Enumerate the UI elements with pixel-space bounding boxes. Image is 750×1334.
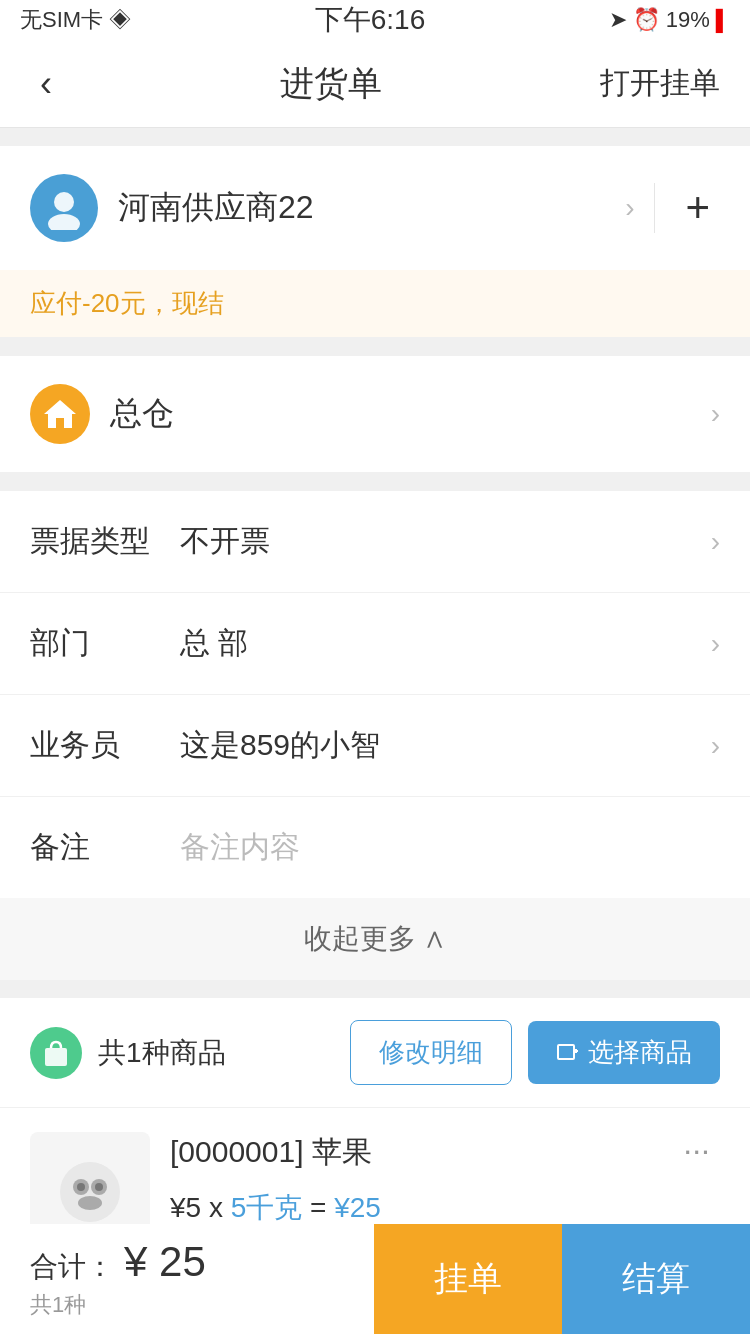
staff-chevron-icon: › [711, 730, 720, 762]
location-icon: ➤ [609, 7, 627, 33]
supplier-row[interactable]: 河南供应商22 › + [0, 146, 750, 270]
select-product-button[interactable]: 选择商品 [528, 1021, 720, 1084]
product-count: 共1种商品 [98, 1034, 350, 1072]
product-more-button[interactable]: ··· [673, 1132, 720, 1169]
add-button[interactable]: + [675, 184, 720, 232]
form-section: 票据类型 不开票 › 部门 总 部 › 业务员 这是859的小智 › 备注 备注… [0, 490, 750, 898]
product-price: ¥5 x 5千克 = ¥25 [170, 1189, 673, 1227]
notice-bar: 应付-20元，现结 [0, 270, 750, 337]
collapse-label: 收起更多 ∧ [304, 920, 447, 958]
status-time: 下午6:16 [315, 1, 426, 39]
svg-point-0 [54, 192, 74, 212]
remark-row[interactable]: 备注 备注内容 [0, 796, 750, 898]
invoice-value: 不开票 [180, 521, 711, 562]
select-product-label: 选择商品 [588, 1035, 692, 1070]
svg-rect-3 [45, 1048, 67, 1066]
warehouse-name: 总仓 [110, 392, 711, 436]
remark-label: 备注 [30, 827, 160, 868]
total-line: 合计： ¥ 25 [30, 1238, 344, 1286]
battery-text: 19% [666, 7, 710, 33]
department-chevron-icon: › [711, 628, 720, 660]
notice-text: 应付-20元，现结 [30, 288, 224, 318]
person-icon [42, 186, 86, 230]
product-name: [0000001] 苹果 [170, 1132, 673, 1173]
svg-rect-4 [558, 1045, 574, 1059]
select-product-icon [556, 1041, 580, 1065]
bottom-bar: 合计： ¥ 25 共1种 挂单 结算 [0, 1224, 750, 1334]
collapse-button[interactable]: 收起更多 ∧ [0, 898, 750, 980]
divider [654, 183, 655, 233]
svg-point-10 [77, 1183, 85, 1191]
price-qty: 5千克 [231, 1192, 303, 1223]
staff-row[interactable]: 业务员 这是859的小智 › [0, 694, 750, 796]
status-left: 无SIM卡 ◈ [20, 5, 131, 35]
products-header: 共1种商品 修改明细 选择商品 [0, 998, 750, 1107]
svg-point-7 [60, 1162, 120, 1222]
department-label: 部门 [30, 623, 160, 664]
edit-detail-button[interactable]: 修改明细 [350, 1020, 512, 1085]
checkout-label: 结算 [622, 1256, 690, 1302]
sim-text: 无SIM卡 ◈ [20, 5, 131, 35]
alarm-icon: ⏰ [633, 7, 660, 33]
checkout-button[interactable]: 结算 [562, 1224, 750, 1334]
product-info: [0000001] 苹果 ¥5 x 5千克 = ¥25 [170, 1132, 673, 1227]
invoice-label: 票据类型 [30, 521, 160, 562]
hang-label: 挂单 [434, 1256, 502, 1302]
status-bar: 无SIM卡 ◈ 下午6:16 ➤ ⏰ 19% ▌ [0, 0, 750, 40]
product-thumb-icon [55, 1157, 125, 1227]
warehouse-section: 总仓 › [0, 355, 750, 472]
warehouse-chevron-icon: › [711, 398, 720, 430]
department-row[interactable]: 部门 总 部 › [0, 592, 750, 694]
total-amount: ¥ 25 [124, 1238, 206, 1286]
staff-label: 业务员 [30, 725, 160, 766]
total-label: 合计： [30, 1248, 114, 1286]
supplier-avatar [30, 174, 98, 242]
remark-input[interactable]: 备注内容 [180, 827, 720, 868]
page-title: 进货单 [280, 61, 382, 107]
total-sub: 共1种 [30, 1290, 344, 1320]
bag-icon [41, 1038, 71, 1068]
open-hang-button[interactable]: 打开挂单 [600, 63, 720, 104]
price-base: ¥5 [170, 1192, 201, 1223]
nav-bar: ‹ 进货单 打开挂单 [0, 40, 750, 128]
warehouse-icon [30, 384, 90, 444]
department-value: 总 部 [180, 623, 711, 664]
bottom-total: 合计： ¥ 25 共1种 [0, 1238, 374, 1320]
product-code: [0000001] [170, 1135, 303, 1168]
supplier-name: 河南供应商22 [118, 186, 625, 230]
status-right: ➤ ⏰ 19% ▌ [609, 7, 730, 33]
battery-icon: ▌ [716, 9, 730, 32]
supplier-chevron-icon: › [625, 192, 634, 224]
home-icon [42, 396, 78, 432]
back-button[interactable]: ‹ [30, 53, 62, 115]
svg-point-1 [48, 214, 80, 230]
product-title: 苹果 [312, 1135, 372, 1168]
svg-marker-2 [44, 400, 76, 428]
price-x: x [209, 1192, 231, 1223]
product-bag-icon [30, 1027, 82, 1079]
supplier-section: 河南供应商22 › + 应付-20元，现结 [0, 146, 750, 337]
invoice-row[interactable]: 票据类型 不开票 › [0, 490, 750, 592]
staff-value: 这是859的小智 [180, 725, 711, 766]
invoice-chevron-icon: › [711, 526, 720, 558]
warehouse-row[interactable]: 总仓 › [0, 355, 750, 472]
price-total: ¥25 [334, 1192, 381, 1223]
svg-point-11 [95, 1183, 103, 1191]
hang-button[interactable]: 挂单 [374, 1224, 562, 1334]
price-eq: = [310, 1192, 334, 1223]
